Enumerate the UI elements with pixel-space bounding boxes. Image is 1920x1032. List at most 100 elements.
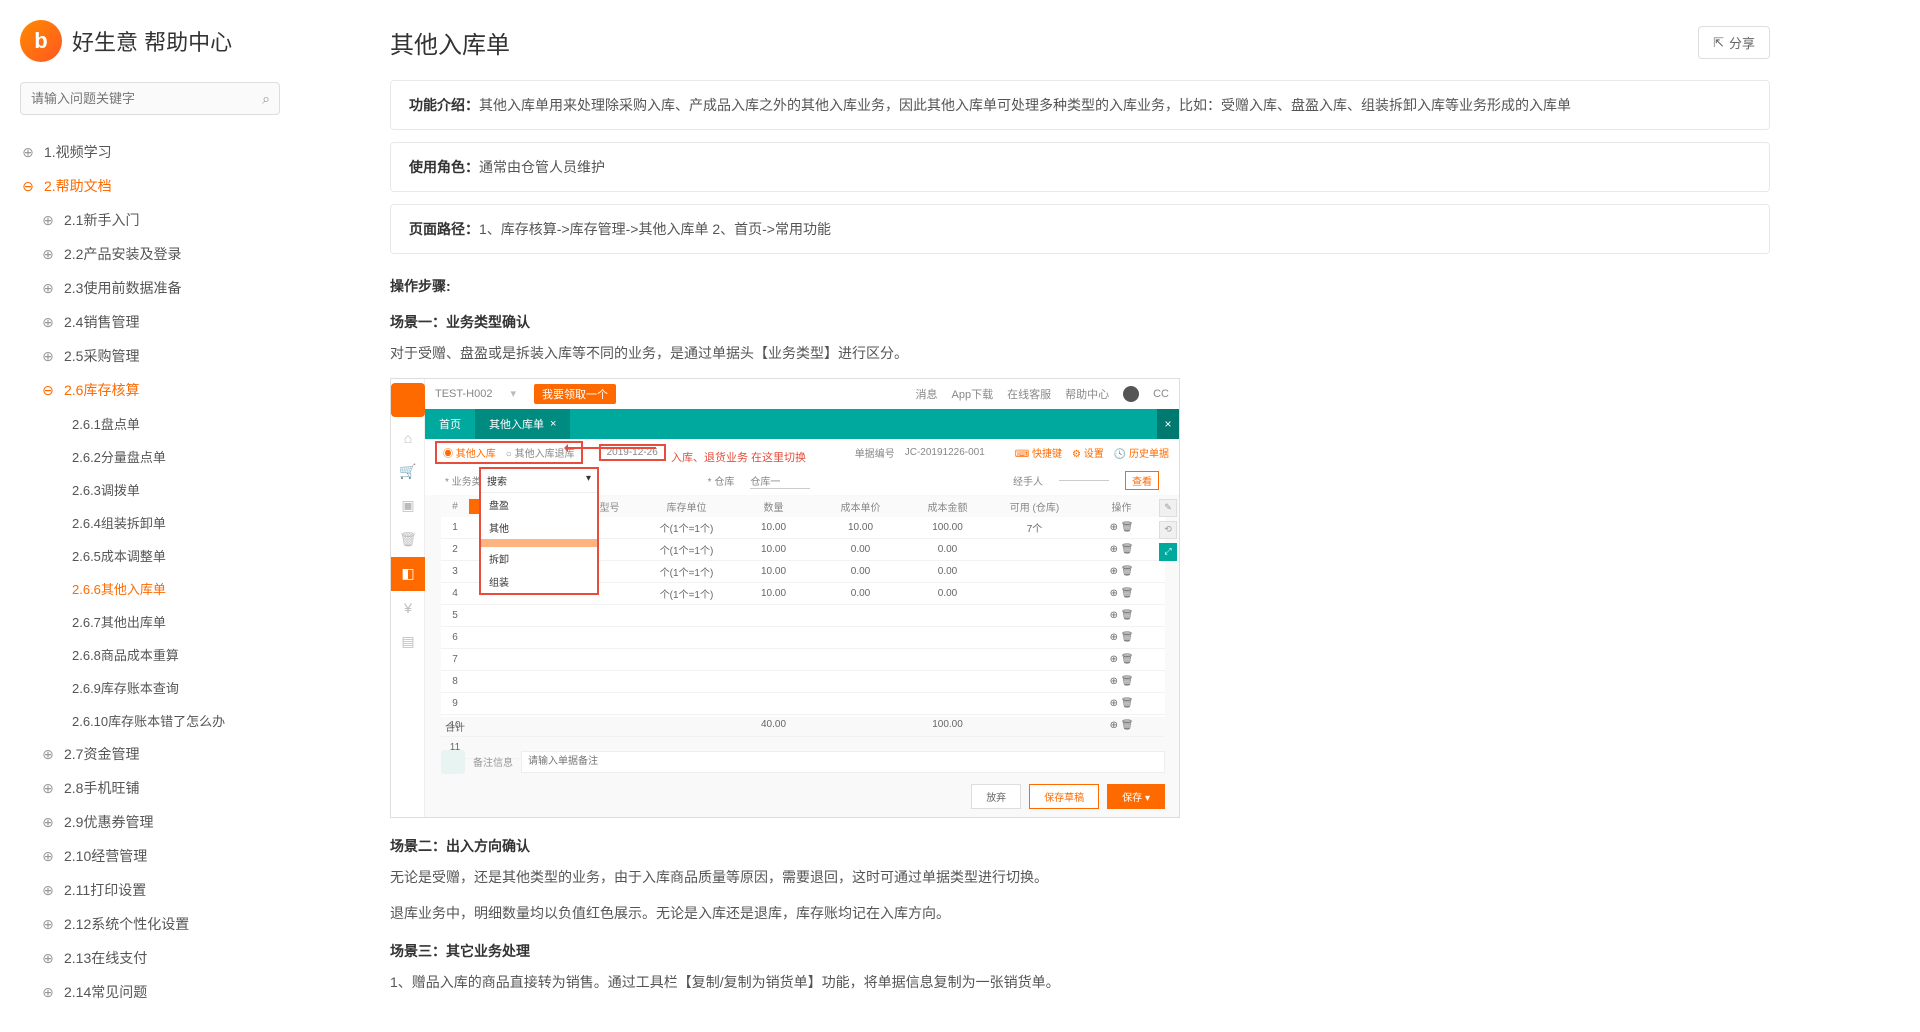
sidebar: b 好生意 帮助中心 ⌕ ⊕1.视频学习 ⊖2.帮助文档 ⊕2.1新手入门 ⊕2… <box>0 0 300 1032</box>
share-button[interactable]: ⇱分享 <box>1698 26 1770 59</box>
plus-icon: ⊕ <box>40 814 56 830</box>
ss-filter-view: 查看 <box>1125 471 1159 490</box>
ss-remark-input <box>521 751 1165 773</box>
chevron-down-icon: ▾ <box>586 473 591 488</box>
nav-2-10[interactable]: ⊕2.10经营管理 <box>20 839 280 873</box>
search-input[interactable] <box>20 82 280 115</box>
nav-2-6[interactable]: ⊖ 2.6库存核算 <box>20 373 280 407</box>
search-icon[interactable]: ⌕ <box>262 90 270 107</box>
nav-label: 2.13在线支付 <box>64 948 147 968</box>
nav-2-6-9[interactable]: 2.6.9库存账本查询 <box>20 671 280 704</box>
plus-icon: ⊕ <box>40 348 56 364</box>
ss-top-app: App下载 <box>952 386 994 402</box>
ss-tool-icon: ✎ <box>1159 499 1177 517</box>
nav-2-6-8[interactable]: 2.6.8商品成本重算 <box>20 638 280 671</box>
ss-dd-item: 其他 <box>481 516 597 539</box>
ss-cart-icon: 🛒 <box>391 455 425 489</box>
nav-label: 2.6.6其他入库单 <box>72 579 166 598</box>
ss-home-icon: ⌂ <box>391 421 425 455</box>
nav-2-6-2[interactable]: 2.6.2分量盘点单 <box>20 440 280 473</box>
ss-th: # <box>441 501 469 512</box>
plus-icon: ⊕ <box>40 212 56 228</box>
plus-icon: ⊕ <box>40 984 56 1000</box>
role-box: 使用角色：通常由仓管人员维护 <box>390 142 1770 192</box>
nav-2-6-6[interactable]: 2.6.6其他入库单 <box>20 572 280 605</box>
ss-side-tools: ✎ ⟲ ⤢ <box>1159 499 1179 561</box>
nav-2-11[interactable]: ⊕2.11打印设置 <box>20 873 280 907</box>
nav-2-6-7[interactable]: 2.6.7其他出库单 <box>20 605 280 638</box>
ss-top-cs: 在线客服 <box>1007 386 1051 402</box>
nav-2-9[interactable]: ⊕2.9优惠券管理 <box>20 805 280 839</box>
nav-2-3[interactable]: ⊕2.3使用前数据准备 <box>20 271 280 305</box>
role-text: 通常由仓管人员维护 <box>479 159 605 175</box>
minus-icon: ⊖ <box>40 382 56 398</box>
ss-top-msg: 消息 <box>916 386 938 402</box>
path-label: 页面路径： <box>409 221 479 237</box>
nav-label: 2.5采购管理 <box>64 346 139 366</box>
ss-shortcuts: 快捷键 <box>1032 449 1062 460</box>
nav-label: 2.6.2分量盘点单 <box>72 447 166 466</box>
ss-th: 成本金额 <box>904 499 991 514</box>
share-label: 分享 <box>1729 33 1755 52</box>
scene2-title: 场景二：出入方向确认 <box>390 836 1770 856</box>
plus-icon: ⊕ <box>40 848 56 864</box>
logo: b 好生意 帮助中心 <box>20 20 280 62</box>
ss-th: 数量 <box>730 499 817 514</box>
table-row: 9⊕ 🗑 <box>441 693 1165 715</box>
nav-video-learning[interactable]: ⊕ 1.视频学习 <box>20 135 280 169</box>
nav-label: 2.6.1盘点单 <box>72 414 140 433</box>
ss-actions: 放弃 保存草稿 保存 ▾ <box>971 784 1165 809</box>
ss-filter-handler: 经手人 <box>1013 473 1043 488</box>
nav-2-5[interactable]: ⊕ 2.5采购管理 <box>20 339 280 373</box>
nav-2-6-3[interactable]: 2.6.3调拨单 <box>20 473 280 506</box>
nav-help-docs[interactable]: ⊖2.帮助文档 <box>20 169 280 203</box>
ss-top-button: 我要领取一个 <box>534 384 616 404</box>
plus-icon: ⊕ <box>20 144 36 160</box>
path-text: 1、库存核算->库存管理->其他入库单 2、首页->常用功能 <box>479 221 831 237</box>
nav-2-6-1[interactable]: 2.6.1盘点单 <box>20 407 280 440</box>
ss-biztype-dropdown: 搜索▾ 盘盈 其他 拆卸 组装 <box>479 467 599 595</box>
ss-dd-search: 搜索 <box>487 473 507 488</box>
ss-filter-wh-val: 仓库一 <box>750 473 810 489</box>
ss-topbar: TEST-H002 ▾ 我要领取一个 消息 App下载 在线客服 帮助中心 CC <box>425 379 1179 409</box>
ss-org: TEST-H002 <box>435 388 492 400</box>
ss-remark-label: 备注信息 <box>473 754 513 769</box>
embedded-screenshot: ⌂ 🛒 ▣ 🗑 ◧ ¥ ▤ TEST-H002 ▾ 我要领取一个 消息 App下… <box>390 378 1180 818</box>
nav-2-6-4[interactable]: 2.6.4组装拆卸单 <box>20 506 280 539</box>
ss-filter-wh-label: * 仓库 <box>708 473 735 488</box>
nav-2-14[interactable]: ⊕2.14常见问题 <box>20 975 280 1009</box>
nav-2-6-5[interactable]: 2.6.5成本调整单 <box>20 539 280 572</box>
plus-icon: ⊕ <box>40 314 56 330</box>
ss-dd-item: 盘盈 <box>481 493 597 516</box>
ss-annotation-arrow <box>566 447 656 449</box>
nav-2-7[interactable]: ⊕2.7资金管理 <box>20 737 280 771</box>
nav-2-2[interactable]: ⊕2.2产品安装及登录 <box>20 237 280 271</box>
nav-label: 2.6.9库存账本查询 <box>72 678 179 697</box>
ss-sidebar: ⌂ 🛒 ▣ 🗑 ◧ ¥ ▤ <box>391 379 425 817</box>
scene2-text2: 退库业务中，明细数量均以负值红色展示。无论是入库还是退库，库存账均记在入库方向。 <box>390 902 1770 926</box>
plus-icon: ⊕ <box>40 882 56 898</box>
steps-label: 操作步骤: <box>390 276 1770 296</box>
nav-label: 2.6库存核算 <box>64 380 139 400</box>
path-box: 页面路径：1、库存核算->库存管理->其他入库单 2、首页->常用功能 <box>390 204 1770 254</box>
nav-label: 2.6.7其他出库单 <box>72 612 166 631</box>
nav-label: 2.6.5成本调整单 <box>72 546 166 565</box>
nav-2-12[interactable]: ⊕2.12系统个性化设置 <box>20 907 280 941</box>
nav-2-6-10[interactable]: 2.6.10库存账本错了怎么办 <box>20 704 280 737</box>
nav-label: 1.视频学习 <box>44 142 112 162</box>
ss-top-help: 帮助中心 <box>1065 386 1109 402</box>
ss-totals: 合计 40.00 100.00 <box>441 719 1165 739</box>
ss-cancel-button: 放弃 <box>971 784 1021 809</box>
nav-2-4[interactable]: ⊕2.4销售管理 <box>20 305 280 339</box>
ss-report-icon: ▤ <box>391 625 425 659</box>
scene2-text1: 无论是受赠，还是其他类型的业务，由于入库商品质量等原因，需要退回，这时可通过单据… <box>390 866 1770 890</box>
ss-draft-button: 保存草稿 <box>1029 784 1099 809</box>
ss-th: 可用 (仓库) <box>991 499 1078 514</box>
nav-2-1[interactable]: ⊕2.1新手入门 <box>20 203 280 237</box>
plus-icon: ⊕ <box>40 950 56 966</box>
nav-2-8[interactable]: ⊕2.8手机旺铺 <box>20 771 280 805</box>
nav-label: 2.6.8商品成本重算 <box>72 645 179 664</box>
ss-dd-item: 拆卸 <box>481 547 597 570</box>
nav-2-13[interactable]: ⊕ 2.13在线支付 <box>20 941 280 975</box>
ss-settings: 设置 <box>1084 449 1104 460</box>
